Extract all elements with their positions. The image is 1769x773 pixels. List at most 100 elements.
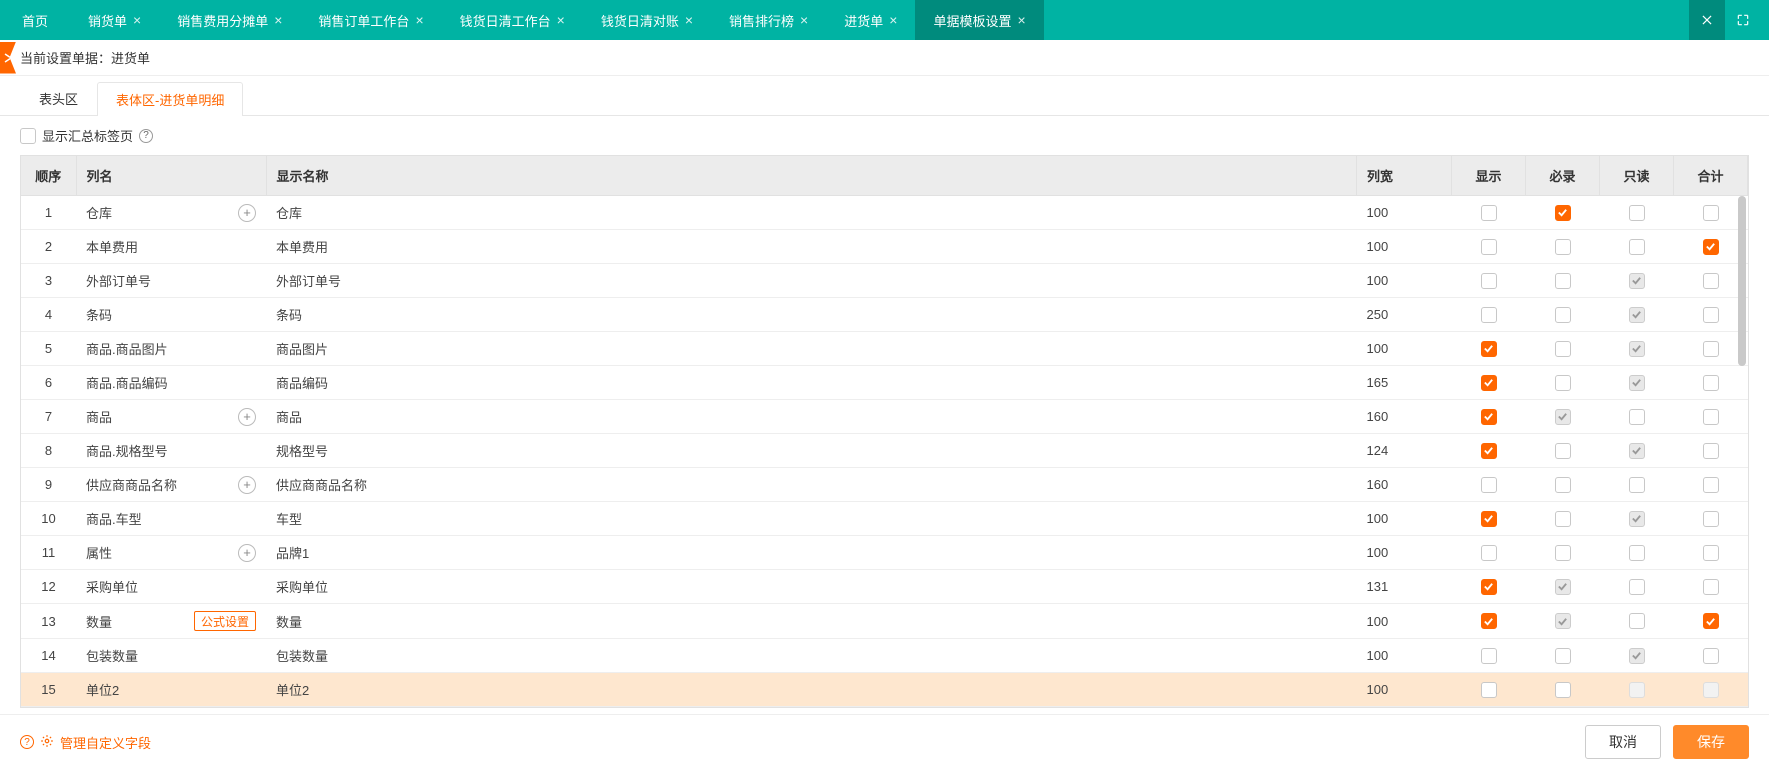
checkbox[interactable] [1703,409,1719,425]
checkbox[interactable] [1703,443,1719,459]
table-row[interactable]: 10商品.车型车型100 [21,502,1748,536]
checkbox[interactable] [1703,545,1719,561]
checkbox[interactable] [1481,682,1497,698]
cell-display-name[interactable]: 品牌1 [266,536,1357,570]
checkbox[interactable] [1555,648,1571,664]
plus-icon[interactable]: + [238,476,256,494]
cell-width[interactable]: 160 [1357,400,1452,434]
checkbox[interactable] [1629,613,1645,629]
checkbox[interactable] [1703,205,1719,221]
vertical-scrollbar[interactable] [1738,196,1746,366]
table-row[interactable]: 1仓库+仓库100 [21,196,1748,230]
checkbox[interactable] [1555,443,1571,459]
top-tab-5[interactable]: 销售排行榜× [711,0,826,40]
checkbox[interactable] [1481,579,1497,595]
save-button[interactable]: 保存 [1673,725,1749,759]
close-icon[interactable]: × [1017,12,1025,28]
checkbox[interactable] [1703,239,1719,255]
table-row[interactable]: 14包装数量包装数量100 [21,639,1748,673]
cell-width[interactable]: 100 [1357,536,1452,570]
checkbox[interactable] [1555,477,1571,493]
checkbox[interactable] [1629,239,1645,255]
table-row[interactable]: 7商品+商品160 [21,400,1748,434]
cell-width[interactable]: 100 [1357,604,1452,639]
cancel-button[interactable]: 取消 [1585,725,1661,759]
cell-display-name[interactable]: 外部订单号 [266,264,1357,298]
checkbox[interactable] [1629,477,1645,493]
table-row[interactable]: 11属性+品牌1100 [21,536,1748,570]
cell-display-name[interactable]: 仓库 [266,196,1357,230]
checkbox[interactable] [1703,477,1719,493]
checkbox[interactable] [1703,341,1719,357]
footer-help-icon[interactable]: ? [20,735,34,749]
cell-width[interactable]: 165 [1357,366,1452,400]
tab-header-area[interactable]: 表头区 [20,81,97,115]
checkbox[interactable] [1555,239,1571,255]
close-icon[interactable]: × [800,12,808,28]
top-tab-7[interactable]: 单据模板设置× [915,0,1043,40]
table-row[interactable]: 13数量公式设置数量100 [21,604,1748,639]
checkbox[interactable] [1703,613,1719,629]
cell-display-name[interactable]: 商品 [266,400,1357,434]
checkbox[interactable] [1555,682,1571,698]
cell-display-name[interactable]: 车型 [266,502,1357,536]
cell-display-name[interactable]: 供应商商品名称 [266,468,1357,502]
checkbox[interactable] [1555,307,1571,323]
cell-display-name[interactable]: 本单费用 [266,230,1357,264]
top-tab-4[interactable]: 钱货日清对账× [583,0,711,40]
cell-width[interactable]: 100 [1357,230,1452,264]
checkbox[interactable] [1481,239,1497,255]
cell-display-name[interactable]: 单位2 [266,673,1357,707]
cell-display-name[interactable]: 商品编码 [266,366,1357,400]
cell-display-name[interactable]: 条码 [266,298,1357,332]
checkbox[interactable] [1481,648,1497,664]
help-icon[interactable]: ? [139,129,153,143]
plus-icon[interactable]: + [238,544,256,562]
cell-width[interactable]: 100 [1357,332,1452,366]
checkbox[interactable] [1555,273,1571,289]
cell-width[interactable]: 131 [1357,570,1452,604]
close-icon[interactable]: × [274,12,282,28]
expand-flag-icon[interactable] [0,42,16,74]
checkbox[interactable] [1555,511,1571,527]
checkbox[interactable] [1481,545,1497,561]
top-tab-3[interactable]: 钱货日清工作台× [442,0,583,40]
tab-body-area[interactable]: 表体区-进货单明细 [97,82,243,116]
manage-custom-fields-link[interactable]: 管理自定义字段 [60,733,151,752]
checkbox[interactable] [1481,409,1497,425]
table-row[interactable]: 5商品.商品图片商品图片100 [21,332,1748,366]
checkbox[interactable] [1703,307,1719,323]
checkbox[interactable] [1481,477,1497,493]
table-row[interactable]: 12采购单位采购单位131 [21,570,1748,604]
checkbox[interactable] [1703,648,1719,664]
checkbox[interactable] [1481,613,1497,629]
checkbox[interactable] [1629,579,1645,595]
close-icon[interactable]: × [415,12,423,28]
cell-display-name[interactable]: 数量 [266,604,1357,639]
close-icon[interactable]: × [685,12,693,28]
cell-width[interactable]: 250 [1357,298,1452,332]
top-tab-6[interactable]: 进货单× [826,0,915,40]
checkbox[interactable] [1481,511,1497,527]
checkbox[interactable] [1481,443,1497,459]
close-icon[interactable]: × [889,12,897,28]
cell-display-name[interactable]: 包装数量 [266,639,1357,673]
checkbox-show-summary[interactable] [20,128,36,144]
cell-display-name[interactable]: 采购单位 [266,570,1357,604]
top-tab-0[interactable]: 销货单× [70,0,159,40]
cell-width[interactable]: 100 [1357,673,1452,707]
checkbox[interactable] [1481,375,1497,391]
checkbox[interactable] [1555,545,1571,561]
top-tab-1[interactable]: 销售费用分摊单× [159,0,300,40]
cell-width[interactable]: 100 [1357,264,1452,298]
fullscreen-icon[interactable] [1725,0,1761,40]
cell-display-name[interactable]: 规格型号 [266,434,1357,468]
checkbox[interactable] [1481,273,1497,289]
checkbox[interactable] [1555,375,1571,391]
checkbox[interactable] [1703,511,1719,527]
table-row[interactable]: 15单位2单位2100 [21,673,1748,707]
tab-home[interactable]: 首页 [0,0,70,40]
checkbox[interactable] [1703,375,1719,391]
table-row[interactable]: 9供应商商品名称+供应商商品名称160 [21,468,1748,502]
checkbox[interactable] [1555,341,1571,357]
